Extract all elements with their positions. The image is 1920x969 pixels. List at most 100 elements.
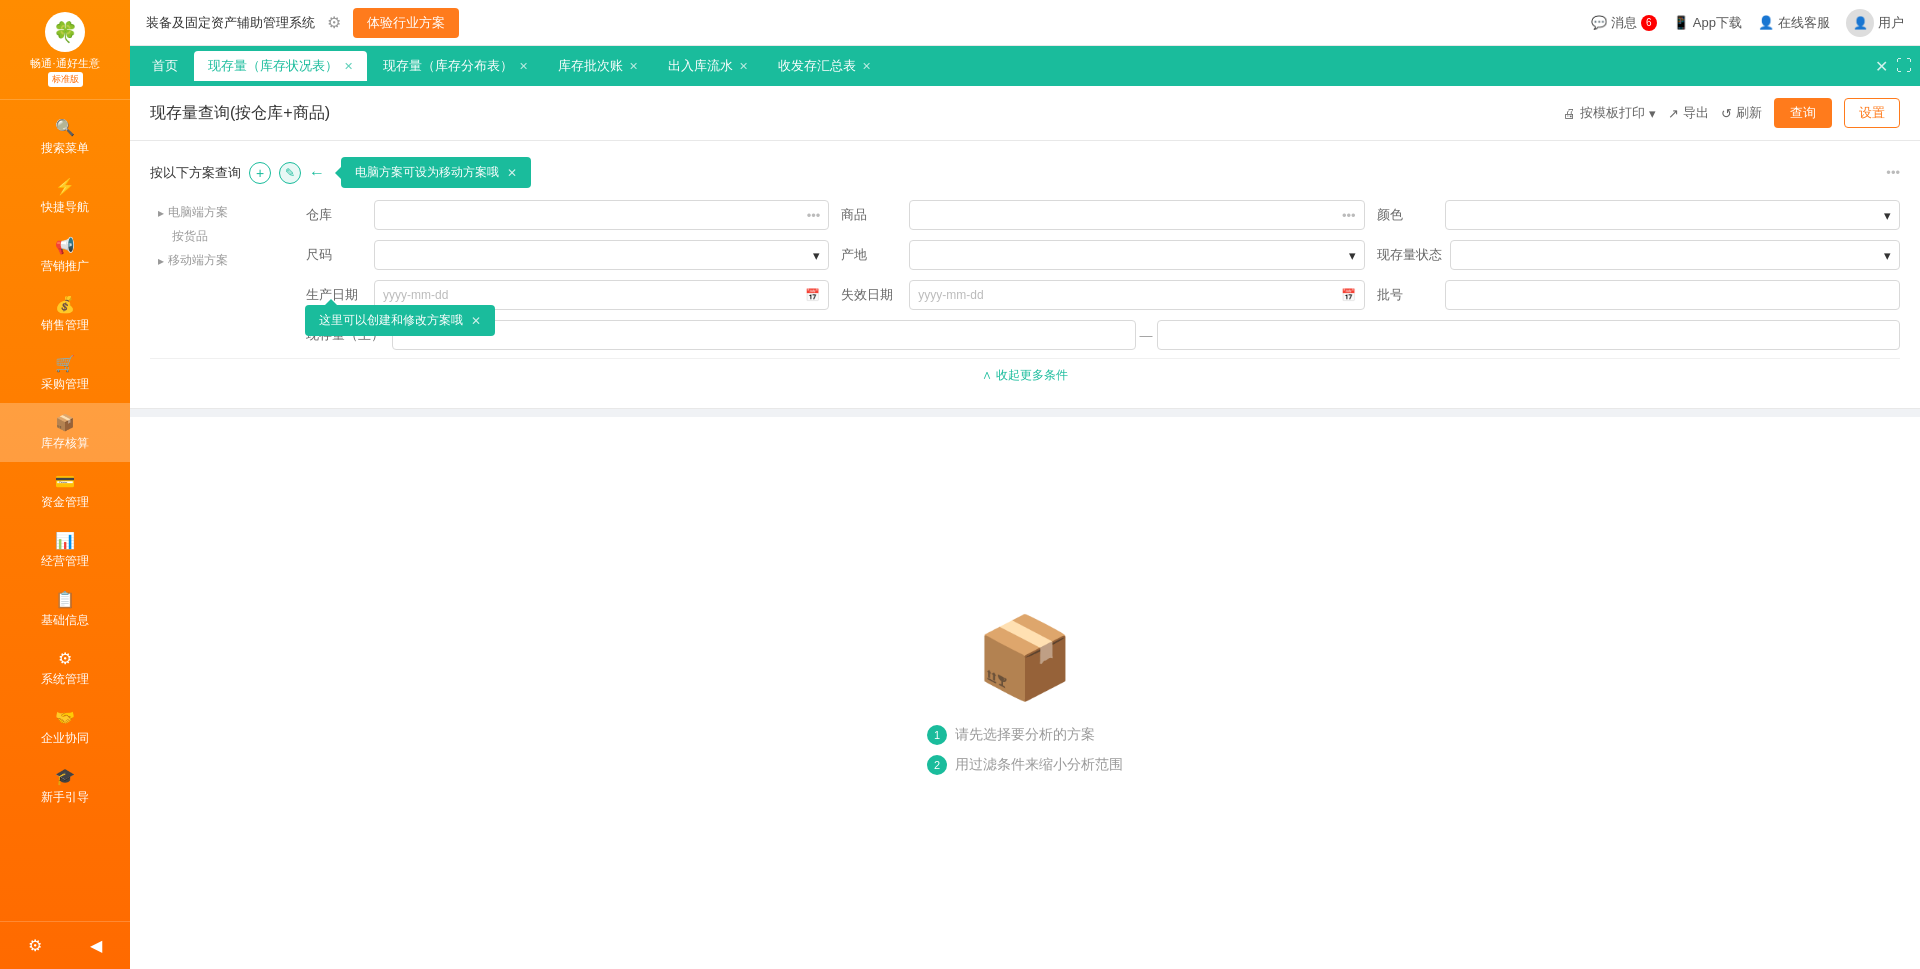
goods-select[interactable]: ••• (909, 200, 1364, 230)
page-actions: 🖨 按模板打印 ▾ ↗ 导出 ↺ 刷新 查询 设置 (1563, 98, 1900, 128)
sidebar-settings-btn[interactable]: ⚙ (24, 932, 46, 959)
export-btn[interactable]: ↗ 导出 (1668, 104, 1709, 122)
tab-collect-summary[interactable]: 收发存汇总表 ✕ (764, 51, 885, 81)
app-download-label: App下载 (1693, 14, 1742, 32)
tab-batch-ledger-label: 库存批次账 (558, 57, 623, 75)
scheme-child-item[interactable]: 按货品 (150, 225, 290, 248)
filter-row-4: 现存量（主） — (306, 320, 1900, 350)
warehouse-select[interactable]: ••• (374, 200, 829, 230)
sidebar-item-sales[interactable]: 💰 销售管理 (0, 285, 130, 344)
sidebar-item-inventory[interactable]: 📦 库存核算 (0, 403, 130, 462)
sidebar-item-label: 新手引导 (41, 789, 89, 806)
tab-home[interactable]: 首页 (138, 51, 192, 81)
tab-home-label: 首页 (152, 57, 178, 75)
stock-status-label: 现存量状态 (1377, 246, 1442, 264)
sidebar: 🍀 畅通·通好生意 标准版 🔍 搜索菜单 ⚡ 快捷导航 📢 营销推广 💰 销售管… (0, 0, 130, 969)
tab-inventory-status[interactable]: 现存量（库存状况表） ✕ (194, 51, 367, 81)
tab-inout-flow-label: 出入库流水 (668, 57, 733, 75)
online-service-btn[interactable]: 👤 在线客服 (1758, 14, 1830, 32)
cooperation-icon: 🤝 (55, 708, 75, 727)
stock-status-select[interactable]: ▾ (1450, 240, 1900, 270)
tab-inventory-dist[interactable]: 现存量（库存分布表） ✕ (369, 51, 542, 81)
user-info[interactable]: 👤 用户 (1846, 9, 1904, 37)
system-icon: ⚙ (58, 649, 72, 668)
chevron-right-icon2: ▸ (158, 254, 164, 268)
tab-batch-ledger[interactable]: 库存批次账 ✕ (544, 51, 652, 81)
tab-close-inout[interactable]: ✕ (739, 60, 748, 73)
batch-input[interactable] (1445, 280, 1900, 310)
purchase-icon: 🛒 (55, 354, 75, 373)
refresh-btn[interactable]: ↺ 刷新 (1721, 104, 1762, 122)
print-label: 按模板打印 (1580, 104, 1645, 122)
sidebar-item-cooperation[interactable]: 🤝 企业协同 (0, 698, 130, 757)
industry-plan-btn[interactable]: 体验行业方案 (353, 8, 459, 38)
expiry-date-field: 失效日期 yyyy-mm-dd 📅 (841, 280, 1364, 310)
filter-menu-icon[interactable]: ••• (1886, 165, 1900, 180)
origin-field: 产地 ▾ (841, 240, 1364, 270)
export-label: 导出 (1683, 104, 1709, 122)
stock-qty-field: 现存量（主） — (306, 320, 1900, 350)
color-select[interactable]: ▾ (1445, 200, 1900, 230)
stock-qty-sep: — (1140, 328, 1153, 343)
origin-select[interactable]: ▾ (909, 240, 1364, 270)
content-area: 现存量查询(按仓库+商品) 🖨 按模板打印 ▾ ↗ 导出 ↺ 刷新 查询 设置 (130, 86, 1920, 969)
sidebar-item-label: 搜索菜单 (41, 140, 89, 157)
stock-qty-max-input[interactable] (1157, 320, 1901, 350)
sidebar-item-operation[interactable]: 📊 经营管理 (0, 521, 130, 580)
size-select[interactable]: ▾ (374, 240, 829, 270)
quicknav-icon: ⚡ (55, 177, 75, 196)
sidebar-collapse-btn[interactable]: ◀ (86, 932, 106, 959)
tab-close-collect[interactable]: ✕ (862, 60, 871, 73)
message-icon: 💬 (1591, 15, 1607, 30)
tabbar-maximize-btn[interactable]: ⛶ (1896, 57, 1912, 75)
edit-icon: ✎ (285, 166, 295, 180)
sidebar-item-finance[interactable]: 💳 资金管理 (0, 462, 130, 521)
sidebar-item-label: 经营管理 (41, 553, 89, 570)
tabbar-close-btn[interactable]: ✕ (1875, 57, 1888, 76)
sidebar-item-purchase[interactable]: 🛒 采购管理 (0, 344, 130, 403)
sidebar-item-newbie[interactable]: 🎓 新手引导 (0, 757, 130, 816)
marketing-icon: 📢 (55, 236, 75, 255)
filter-row-2: 尺码 ▾ 产地 ▾ (306, 240, 1900, 270)
tooltip-edit-close-btn[interactable]: ✕ (471, 314, 481, 328)
search-btn[interactable]: 查询 (1774, 98, 1832, 128)
sidebar-bottom: ⚙ ◀ (0, 921, 130, 969)
goods-field: 商品 ••• (841, 200, 1364, 230)
add-scheme-btn[interactable]: + (249, 162, 271, 184)
empty-state: 📦 1 请先选择要分析的方案 2 用过滤条件来缩小分析范围 (130, 417, 1920, 969)
sidebar-item-label: 资金管理 (41, 494, 89, 511)
edit-scheme-btn[interactable]: ✎ (279, 162, 301, 184)
tooltip-close-btn[interactable]: ✕ (507, 166, 517, 180)
finance-icon: 💳 (55, 472, 75, 491)
print-chevron-icon: ▾ (1649, 106, 1656, 121)
sidebar-item-quicknav[interactable]: ⚡ 快捷导航 (0, 167, 130, 226)
sidebar-item-label: 库存核算 (41, 435, 89, 452)
tab-close-inventory-status[interactable]: ✕ (344, 60, 353, 73)
collapse-filter-btn[interactable]: ∧ 收起更多条件 (150, 358, 1900, 392)
calendar-icon2: 📅 (1341, 288, 1356, 302)
prev-scheme-btn[interactable]: ← (309, 164, 325, 182)
scheme-parent-desktop[interactable]: ▸ 电脑端方案 (150, 200, 290, 225)
sidebar-item-marketing[interactable]: 📢 营销推广 (0, 226, 130, 285)
tooltip-edit-text: 这里可以创建和修改方案哦 (319, 312, 463, 329)
refresh-label: 刷新 (1736, 104, 1762, 122)
tab-close-inventory-dist[interactable]: ✕ (519, 60, 528, 73)
system-title: 装备及固定资产辅助管理系统 (146, 14, 315, 32)
topbar-gear-icon[interactable]: ⚙ (327, 13, 341, 32)
print-btn[interactable]: 🖨 按模板打印 ▾ (1563, 104, 1656, 122)
page-title: 现存量查询(按仓库+商品) (150, 103, 330, 124)
sidebar-item-basic-info[interactable]: 📋 基础信息 (0, 580, 130, 639)
tab-close-batch[interactable]: ✕ (629, 60, 638, 73)
message-btn[interactable]: 💬 消息 6 (1591, 14, 1657, 32)
tooltip-mobile-scheme: 电脑方案可设为移动方案哦 ✕ (341, 157, 531, 188)
settings-btn[interactable]: 设置 (1844, 98, 1900, 128)
sidebar-item-search[interactable]: 🔍 搜索菜单 (0, 108, 130, 167)
app-download-btn[interactable]: 📱 App下载 (1673, 14, 1742, 32)
refresh-icon: ↺ (1721, 106, 1732, 121)
scheme-parent-mobile[interactable]: ▸ 移动端方案 (150, 248, 290, 273)
stock-qty-min-input[interactable] (392, 320, 1136, 350)
sidebar-item-system[interactable]: ⚙ 系统管理 (0, 639, 130, 698)
expiry-date-input[interactable]: yyyy-mm-dd 📅 (909, 280, 1364, 310)
tab-inout-flow[interactable]: 出入库流水 ✕ (654, 51, 762, 81)
step-1-text: 请先选择要分析的方案 (955, 726, 1095, 744)
